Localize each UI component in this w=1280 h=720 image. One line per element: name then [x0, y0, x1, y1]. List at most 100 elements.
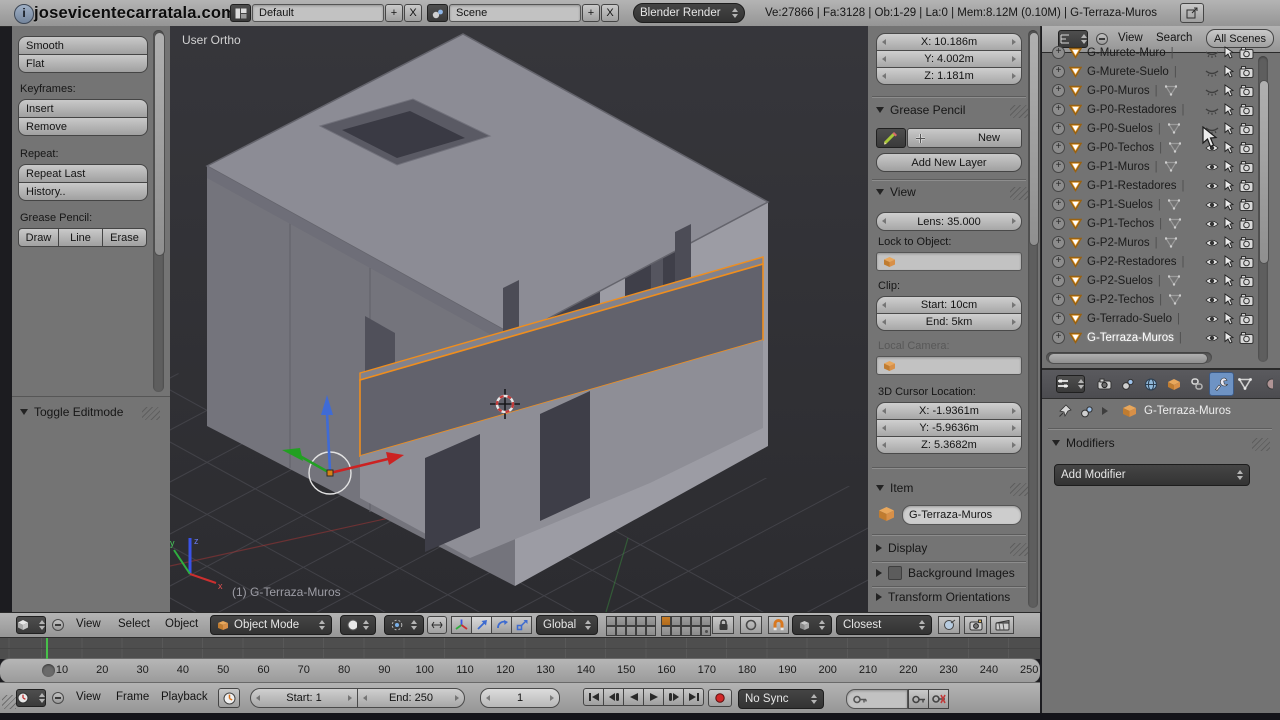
- renderability-camera-icon[interactable]: [1239, 103, 1254, 116]
- object-name[interactable]: G-P2-Restadores: [1087, 256, 1176, 268]
- manipulator-translate-toggle[interactable]: [471, 616, 492, 634]
- renderability-camera-icon[interactable]: [1239, 255, 1254, 268]
- visibility-eye-icon[interactable]: [1205, 162, 1219, 172]
- selectability-cursor-icon[interactable]: [1224, 312, 1234, 325]
- visibility-eye-icon[interactable]: [1205, 314, 1219, 324]
- object-name[interactable]: G-P1-Suelos: [1087, 199, 1153, 211]
- tool-shelf-scroll-thumb[interactable]: [154, 32, 165, 256]
- dimension-y-field[interactable]: Y: 4.002m: [876, 50, 1022, 68]
- panel-grip[interactable]: [142, 407, 160, 420]
- modifiers-panel-header[interactable]: Modifiers: [1052, 436, 1115, 450]
- object-name[interactable]: G-P0-Techos: [1087, 142, 1154, 154]
- grease-draw-button[interactable]: Draw: [18, 228, 59, 247]
- selectability-cursor-icon[interactable]: [1224, 198, 1234, 211]
- grease-line-button[interactable]: Line: [58, 228, 103, 247]
- local-camera-field[interactable]: [876, 356, 1022, 375]
- dimension-z-field[interactable]: Z: 1.181m: [876, 67, 1022, 85]
- visibility-eye-closed-icon[interactable]: [1205, 48, 1219, 58]
- renderability-camera-icon[interactable]: [1239, 141, 1254, 154]
- background-images-checkbox[interactable]: [888, 566, 902, 580]
- pin-icon[interactable]: [1058, 404, 1072, 418]
- outliner-scrollbar-horizontal[interactable]: [1046, 352, 1212, 364]
- layer-cell[interactable]: [646, 626, 656, 636]
- visibility-eye-icon[interactable]: [1205, 200, 1219, 210]
- tab-render[interactable]: [1093, 373, 1116, 395]
- play-button[interactable]: [643, 688, 664, 706]
- jump-to-end-button[interactable]: [683, 688, 704, 706]
- tool-shelf-scrollbar[interactable]: [153, 30, 165, 392]
- tab-constraints[interactable]: [1185, 373, 1208, 395]
- renderability-camera-icon[interactable]: [1239, 312, 1254, 325]
- timeline-view-menu[interactable]: View: [76, 691, 101, 703]
- outliner-hscroll-thumb[interactable]: [1048, 353, 1208, 364]
- visibility-eye-icon[interactable]: [1205, 257, 1219, 267]
- outliner-row[interactable]: + G-Murete-Suelo |: [1046, 62, 1258, 81]
- play-reverse-button[interactable]: [623, 688, 644, 706]
- selectability-cursor-icon[interactable]: [1224, 274, 1234, 287]
- object-name[interactable]: G-P0-Suelos: [1087, 123, 1153, 135]
- outliner-row[interactable]: + G-P2-Suelos |: [1046, 271, 1258, 290]
- item-name-field[interactable]: G-Terraza-Muros: [902, 505, 1022, 525]
- expand-icon[interactable]: +: [1052, 103, 1065, 116]
- clip-start-field[interactable]: Start: 10cm: [876, 296, 1022, 314]
- renderability-camera-icon[interactable]: [1239, 65, 1254, 78]
- header-collapse-button[interactable]: [52, 619, 64, 631]
- expand-icon[interactable]: +: [1052, 331, 1065, 344]
- selectability-cursor-icon[interactable]: [1224, 160, 1234, 173]
- timeline-playback-menu[interactable]: Playback: [161, 691, 208, 703]
- outliner-row[interactable]: + G-P0-Restadores |: [1046, 100, 1258, 119]
- expand-icon[interactable]: +: [1052, 122, 1065, 135]
- properties-editor-type-button[interactable]: [1056, 375, 1085, 393]
- object-name[interactable]: G-P2-Techos: [1087, 294, 1154, 306]
- current-frame-playhead[interactable]: [46, 638, 48, 659]
- layer-cell[interactable]: [616, 616, 626, 626]
- scene-balls-icon[interactable]: [1080, 405, 1094, 418]
- add-modifier-dropdown[interactable]: Add Modifier: [1054, 464, 1250, 486]
- layer-cell[interactable]: [626, 626, 636, 636]
- visibility-eye-icon[interactable]: [1205, 181, 1219, 191]
- lock-to-scene-toggle[interactable]: [712, 616, 734, 634]
- snap-toggle[interactable]: [768, 616, 789, 634]
- selectability-cursor-icon[interactable]: [1224, 179, 1234, 192]
- expand-icon[interactable]: +: [1052, 255, 1065, 268]
- renderability-camera-icon[interactable]: [1239, 160, 1254, 173]
- screen-layout-add-button[interactable]: +: [385, 4, 403, 22]
- scene-selector-icon[interactable]: [427, 4, 448, 22]
- duplicate-window-button[interactable]: [1180, 3, 1204, 23]
- selectability-cursor-icon[interactable]: [1224, 65, 1234, 78]
- panel-grip[interactable]: [1010, 483, 1028, 496]
- manipulator-toggle[interactable]: [451, 616, 472, 634]
- layer-cell[interactable]: [606, 626, 616, 636]
- mode-dropdown[interactable]: Object Mode: [210, 615, 332, 635]
- next-keyframe-button[interactable]: [663, 688, 684, 706]
- outliner-scrollbar-vertical[interactable]: [1258, 56, 1269, 362]
- repeat-last-button[interactable]: Repeat Last: [18, 164, 148, 183]
- selectability-cursor-icon[interactable]: [1224, 236, 1234, 249]
- selectability-cursor-icon[interactable]: [1224, 217, 1234, 230]
- selectability-cursor-icon[interactable]: [1224, 255, 1234, 268]
- layer-cell[interactable]: [701, 616, 711, 626]
- insert-keyframe-button[interactable]: Insert: [18, 99, 148, 118]
- lens-field[interactable]: Lens: 35.000: [876, 212, 1022, 231]
- expand-icon[interactable]: +: [1052, 293, 1065, 306]
- visibility-eye-icon[interactable]: [1205, 276, 1219, 286]
- frame-end-field[interactable]: End: 250: [357, 688, 465, 708]
- object-name[interactable]: G-P0-Restadores: [1087, 104, 1176, 116]
- layer-cell[interactable]: [671, 626, 681, 636]
- expand-icon[interactable]: +: [1052, 46, 1065, 59]
- selectability-cursor-icon[interactable]: [1224, 293, 1234, 306]
- visibility-eye-icon[interactable]: [1205, 219, 1219, 229]
- layer-cell[interactable]: [691, 626, 701, 636]
- outliner-row[interactable]: + G-P1-Muros |: [1046, 157, 1258, 176]
- layer-cell[interactable]: [701, 626, 711, 636]
- grease-pencil-panel-header[interactable]: Grease Pencil: [876, 103, 965, 117]
- renderability-camera-icon[interactable]: [1239, 46, 1254, 59]
- renderability-camera-icon[interactable]: [1239, 179, 1254, 192]
- expand-icon[interactable]: +: [1052, 65, 1065, 78]
- expand-icon[interactable]: +: [1052, 312, 1065, 325]
- insert-keyframes-button[interactable]: [908, 689, 929, 709]
- transform-orientation-dropdown[interactable]: Global: [536, 615, 598, 635]
- breadcrumb-object-name[interactable]: G-Terraza-Muros: [1144, 405, 1231, 417]
- viewport-shading-dropdown[interactable]: [340, 615, 376, 635]
- grease-new-button[interactable]: New: [907, 128, 1022, 148]
